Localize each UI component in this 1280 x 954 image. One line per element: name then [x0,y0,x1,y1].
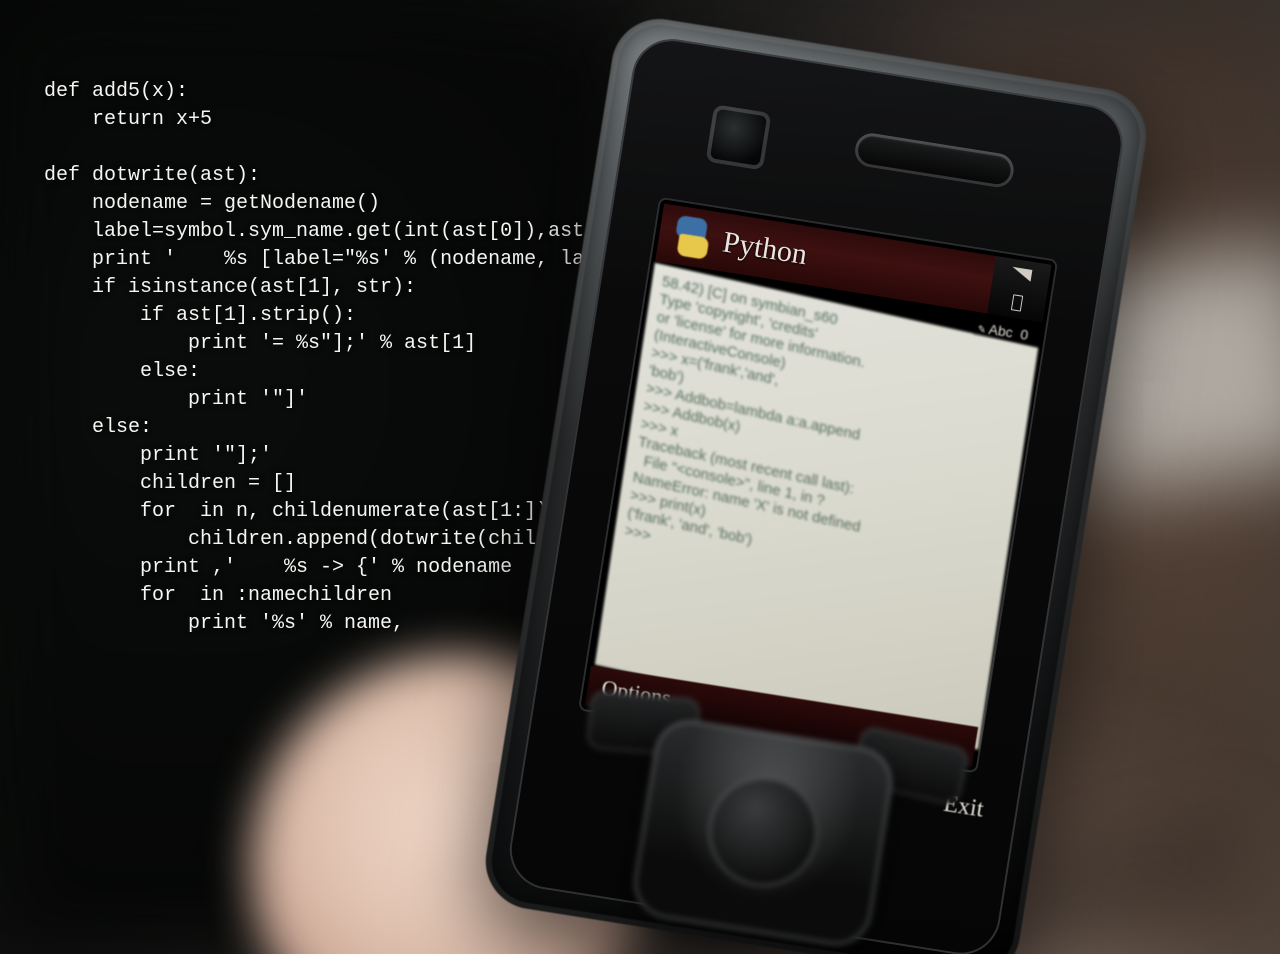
camera-lens-icon [705,104,771,170]
phone-screen: Python ✎ Abc 0 58.42) [C] on symbian_s60… [578,197,1058,774]
signal-icon [1011,266,1033,281]
python-logo-icon [666,212,716,262]
dpad-button[interactable] [629,715,897,950]
earpiece-icon [853,131,1016,190]
app-title: Python [720,225,809,272]
battery-icon [1011,294,1023,311]
status-pane [987,256,1051,322]
